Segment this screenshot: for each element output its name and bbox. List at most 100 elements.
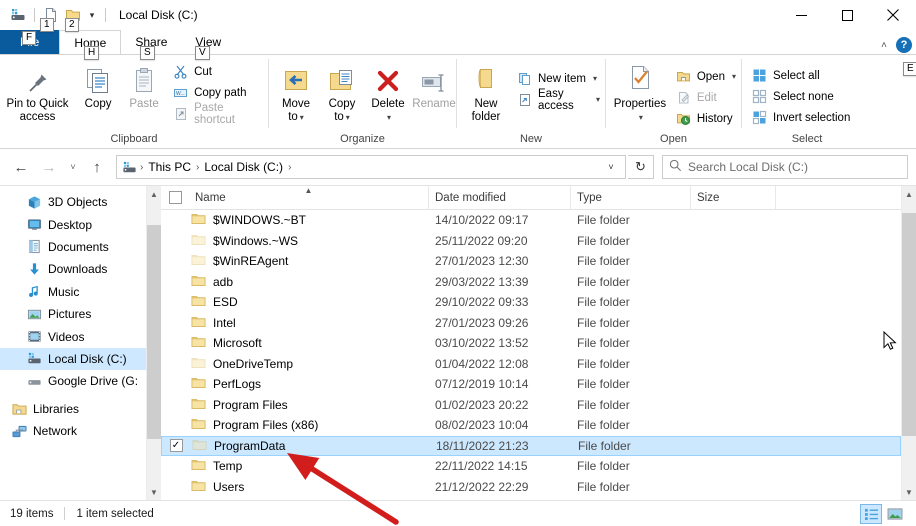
row-checkbox[interactable]: ✓ (169, 439, 183, 453)
nav-scroll-down-icon[interactable]: ▼ (147, 484, 161, 500)
select-all-checkbox-cell[interactable] (161, 191, 189, 204)
column-header-name[interactable]: ▲ Name (189, 186, 429, 210)
new-folder-button[interactable]: New folder (463, 60, 509, 126)
sidebar-label: Libraries (33, 401, 80, 416)
folder-icon (191, 457, 206, 475)
column-header-spacer[interactable] (776, 186, 901, 210)
column-header-type[interactable]: Type (571, 186, 691, 210)
properties-caret-icon: ▾ (638, 113, 643, 122)
cut-button[interactable]: Cut (169, 61, 268, 82)
file-list-scrollbar[interactable]: ▲ ▼ (901, 186, 916, 500)
copy-path-button[interactable]: W... Copy path (169, 82, 268, 103)
table-row[interactable]: $Windows.~WS 25/11/2022 09:20 File folder (161, 231, 901, 252)
paste-button[interactable]: Paste (121, 60, 167, 113)
history-button[interactable]: History (672, 108, 741, 129)
refresh-button[interactable]: ↻ (628, 155, 654, 179)
breadcrumb[interactable]: › This PC › Local Disk (C:) › ˅ (116, 155, 626, 179)
sidebar-item-google-drive-g[interactable]: Google Drive (G: (0, 370, 146, 392)
nav-scroll-track[interactable] (147, 202, 161, 484)
breadcrumb-item-this-pc[interactable]: This PC (144, 157, 195, 177)
table-row[interactable]: ESD 29/10/2022 09:33 File folder (161, 292, 901, 313)
list-scroll-down-icon[interactable]: ▼ (902, 484, 916, 500)
cell-date-modified: 14/10/2022 09:17 (435, 213, 529, 228)
select-all-checkbox[interactable] (168, 191, 182, 204)
select-none-button[interactable]: Select none (748, 86, 855, 107)
table-row[interactable]: adb 29/03/2022 13:39 File folder (161, 272, 901, 293)
collapse-ribbon-icon[interactable]: ˄ (878, 40, 890, 51)
nav-scroll-up-icon[interactable]: ▲ (147, 186, 161, 202)
search-input[interactable]: Search Local Disk (C:) (662, 155, 908, 179)
open-button[interactable]: Open ▾ (672, 66, 741, 87)
select-all-button[interactable]: Select all (748, 65, 855, 86)
large-icons-view-button[interactable] (884, 504, 906, 524)
sidebar-item-documents[interactable]: Documents (0, 236, 146, 258)
column-header-date-modified[interactable]: Date modified (429, 186, 571, 210)
table-row[interactable]: Program Files (x86) 08/02/2023 10:04 File … (161, 415, 901, 436)
cell-type: File folder (577, 356, 630, 371)
sidebar-item-local-disk-c[interactable]: Local Disk (C:) (0, 347, 146, 371)
recent-locations-icon[interactable]: ˅ (64, 154, 82, 180)
column-headers: ▲ Name Date modified Type Size (161, 186, 901, 210)
sidebar-item-3d-objects[interactable]: 3D Objects (0, 191, 146, 213)
group-label-clipboard: Clipboard (110, 133, 158, 145)
address-dropdown-icon[interactable]: ˅ (601, 156, 621, 178)
breadcrumb-sep-2[interactable]: › (287, 162, 292, 173)
drive-icon[interactable] (7, 4, 29, 26)
copy-to-button[interactable]: Copy to ▾ (319, 60, 365, 126)
help-icon[interactable]: ? (896, 37, 912, 53)
back-button[interactable]: ← (8, 154, 34, 180)
details-view-button[interactable] (860, 503, 882, 524)
pin-to-quick-access-button[interactable]: Pin to Quick access (0, 60, 75, 126)
column-header-size[interactable]: Size (691, 186, 776, 210)
cell-name: PerfLogs (189, 375, 429, 393)
keytip-tab-share: S (140, 46, 155, 60)
close-button[interactable] (870, 0, 916, 30)
minimize-button[interactable] (778, 0, 824, 30)
breadcrumb-item-local-disk[interactable]: Local Disk (C:) (200, 157, 287, 177)
properties-button[interactable]: Properties ▾ (610, 60, 670, 126)
table-row[interactable]: $WinREAgent 27/01/2023 12:30 File folder (161, 251, 901, 272)
table-row[interactable]: OneDriveTemp 01/04/2022 12:08 File folder (161, 354, 901, 375)
navigation-pane-scrollbar[interactable]: ▲ ▼ (146, 186, 161, 500)
copy-button[interactable]: Copy (75, 60, 121, 113)
group-label-organize: Organize (340, 133, 385, 145)
table-row[interactable]: Users 21/12/2022 22:29 File folder (161, 477, 901, 498)
desktop-icon (26, 217, 42, 233)
downloads-icon (26, 261, 42, 277)
table-row[interactable]: $WINDOWS.~BT 14/10/2022 09:17 File folder (161, 210, 901, 231)
customize-qat-caret-icon[interactable]: ▾ (84, 4, 100, 26)
nav-scroll-thumb[interactable] (147, 224, 161, 439)
sidebar-item-network[interactable]: Network (0, 420, 146, 442)
new-item-button[interactable]: New item ▾ (513, 68, 605, 89)
sidebar-item-desktop[interactable]: Desktop (0, 213, 146, 235)
row-checkbox-cell[interactable]: ✓ (162, 439, 190, 453)
edit-button[interactable]: Edit (672, 87, 741, 108)
sidebar-item-downloads[interactable]: Downloads (0, 258, 146, 280)
invert-selection-button[interactable]: Invert selection (748, 107, 855, 128)
table-row[interactable]: ✓ ProgramData 18/11/2022 21:23 File folder (161, 435, 901, 456)
properties-label: Properties (613, 98, 667, 110)
table-row[interactable]: Temp 22/11/2022 14:15 File folder (161, 456, 901, 477)
table-row[interactable]: PerfLogs 07/12/2019 10:14 File folder (161, 374, 901, 395)
up-button[interactable]: ↑ (84, 154, 110, 180)
sidebar-item-libraries[interactable]: Libraries (0, 398, 146, 420)
sidebar-item-videos[interactable]: Videos (0, 325, 146, 347)
easy-access-button[interactable]: Easy access ▾ (513, 88, 605, 112)
move-to-button[interactable]: Move to ▾ (273, 60, 319, 126)
cell-name: $WINDOWS.~BT (189, 211, 429, 229)
rename-button[interactable]: Rename (411, 60, 457, 113)
table-row[interactable]: Intel 27/01/2023 09:26 File folder (161, 313, 901, 334)
list-scroll-thumb[interactable] (902, 213, 916, 437)
paste-shortcut-button[interactable]: Paste shortcut (169, 102, 268, 126)
list-scroll-track[interactable] (902, 202, 916, 484)
sidebar-item-music[interactable]: Music (0, 281, 146, 303)
delete-button[interactable]: Delete ▾ (365, 60, 411, 126)
table-row[interactable]: Microsoft 03/10/2022 13:52 File folder (161, 333, 901, 354)
sidebar-item-pictures[interactable]: Pictures (0, 303, 146, 325)
keytip-tab-file: F (22, 31, 37, 45)
maximize-button[interactable] (824, 0, 870, 30)
search-placeholder: Search Local Disk (C:) (688, 160, 809, 174)
table-row[interactable]: Program Files 01/02/2023 20:22 File folder (161, 395, 901, 416)
forward-button[interactable]: → (36, 154, 62, 180)
list-scroll-up-icon[interactable]: ▲ (902, 186, 916, 202)
